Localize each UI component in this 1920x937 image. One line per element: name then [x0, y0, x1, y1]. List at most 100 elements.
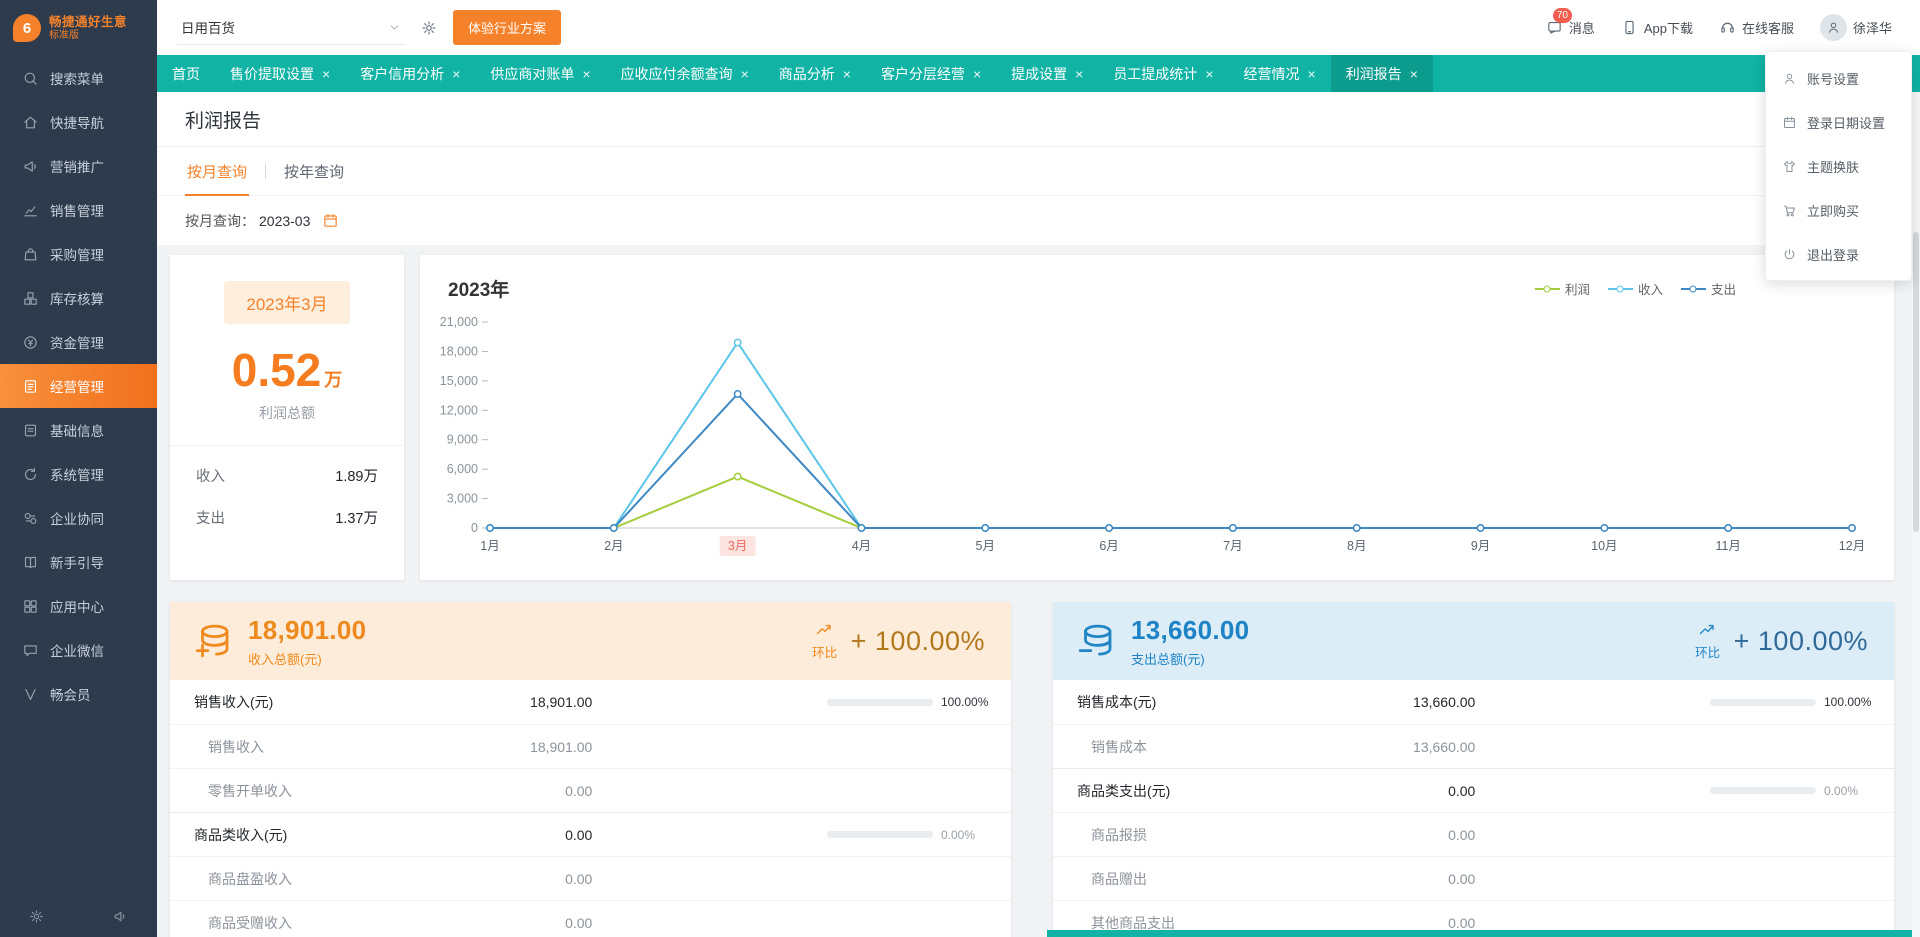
- sidebar-item-label: 销售管理: [50, 204, 104, 219]
- sidebar-item-home[interactable]: 快捷导航: [0, 100, 157, 144]
- sidebar-item-search[interactable]: 搜索菜单: [0, 56, 157, 100]
- tab-close-icon[interactable]: ×: [1205, 67, 1213, 81]
- calendar-icon[interactable]: [322, 212, 339, 229]
- subtab-monthly[interactable]: 按月查询: [185, 147, 250, 196]
- apps-icon: [22, 598, 39, 615]
- tab-item[interactable]: 应收应付余额查询 ×: [606, 55, 764, 92]
- guide-icon: [22, 554, 39, 571]
- online-service-button[interactable]: 在线客服: [1719, 18, 1794, 37]
- menu-item-shirt[interactable]: 主题换肤: [1766, 144, 1911, 188]
- expense-coins-icon: [1075, 620, 1117, 662]
- tab-close-icon[interactable]: ×: [452, 67, 460, 81]
- row-value: 0.00: [1448, 782, 1476, 799]
- tab-label: 提成设置: [1011, 65, 1068, 82]
- tab-close-icon[interactable]: ×: [741, 67, 749, 81]
- tab-close-icon[interactable]: ×: [843, 67, 851, 81]
- profit-total: 0.52 万: [170, 346, 404, 394]
- content-body: 2023年3月 0.52 万 利润总额 收入 1.89万 支出 1.37万 2023年 …: [157, 245, 1920, 937]
- tab-close-icon[interactable]: ×: [322, 67, 330, 81]
- tab-item[interactable]: 供应商对账单 ×: [475, 55, 605, 92]
- messages-label: 消息: [1568, 21, 1595, 36]
- system-icon: [22, 466, 39, 483]
- menu-item-label: 退出登录: [1807, 247, 1860, 263]
- sidebar-item-apps[interactable]: 应用中心: [0, 584, 157, 628]
- sidebar-item-megaphone[interactable]: 营销推广: [0, 144, 157, 188]
- sidebar-item-money[interactable]: 资金管理: [0, 320, 157, 364]
- tab-close-icon[interactable]: ×: [1308, 67, 1316, 81]
- menu-item-user[interactable]: 账号设置: [1766, 56, 1911, 100]
- period-pill: 2023年3月: [224, 281, 350, 324]
- money-icon: [22, 334, 39, 351]
- tab-item[interactable]: 员工提成统计 ×: [1098, 55, 1228, 92]
- sidebar-item-label: 采购管理: [50, 248, 104, 263]
- menu-item-cart[interactable]: 立即购买: [1766, 188, 1911, 232]
- row-bar-cell: 100.00%: [1674, 695, 1874, 709]
- announcement-horn-icon[interactable]: [112, 908, 129, 925]
- sidebar-item-system[interactable]: 系统管理: [0, 452, 157, 496]
- user-dropdown-menu: 账号设置 登录日期设置 主题换肤 立即购买退出登录: [1765, 51, 1912, 281]
- sidebar-item-report[interactable]: 经营管理: [0, 364, 157, 408]
- tab-close-icon[interactable]: ×: [1075, 67, 1083, 81]
- sidebar-item-sales[interactable]: 销售管理: [0, 188, 157, 232]
- legend-item[interactable]: 利润: [1534, 279, 1590, 298]
- profit-total-value: 0.52: [231, 344, 322, 396]
- tab-item[interactable]: 客户信用分析 ×: [345, 55, 475, 92]
- tab-close-icon[interactable]: ×: [973, 67, 981, 81]
- income-trend-label: 环比: [812, 646, 838, 660]
- tab-item[interactable]: 客户分层经营 ×: [866, 55, 996, 92]
- industry-solution-button[interactable]: 体验行业方案: [453, 10, 562, 45]
- tab-item[interactable]: 利润报告 ×: [1330, 55, 1433, 92]
- sidebar-item-label: 企业协同: [50, 512, 104, 527]
- subtab-yearly[interactable]: 按年查询: [282, 147, 346, 196]
- row-value: 0.00: [565, 826, 593, 843]
- legend-item[interactable]: 支出: [1680, 279, 1736, 298]
- online-service-label: 在线客服: [1741, 21, 1794, 36]
- progress-percent: 100.00%: [941, 695, 989, 709]
- legend-item[interactable]: 收入: [1607, 279, 1663, 298]
- sidebar-item-bag[interactable]: 采购管理: [0, 232, 157, 276]
- app-download-button[interactable]: App下载: [1621, 18, 1693, 37]
- tab-item[interactable]: 经营情况 ×: [1229, 55, 1331, 92]
- scrollbar-thumb[interactable]: [1913, 232, 1919, 532]
- tab-label: 利润报告: [1345, 65, 1402, 82]
- tab-item[interactable]: 提成设置 ×: [996, 55, 1098, 92]
- tab-item[interactable]: 首页: [157, 55, 215, 92]
- messages-button[interactable]: 70 消息: [1546, 8, 1595, 37]
- sidebar-item-guide[interactable]: 新手引导: [0, 540, 157, 584]
- tab-item[interactable]: 商品分析 ×: [764, 55, 866, 92]
- legend-label: 利润: [1564, 283, 1590, 297]
- chevron-down-icon: [388, 21, 401, 34]
- row-bar-cell: 0.00%: [1674, 784, 1874, 798]
- user-account[interactable]: 徐泽华: [1819, 14, 1892, 41]
- settings-gear-icon[interactable]: [28, 908, 45, 925]
- month-filter-value[interactable]: 2023-03: [259, 213, 310, 229]
- subtab-divider: [265, 163, 267, 179]
- expense-table-row: 商品赠出 0.00: [1053, 856, 1894, 900]
- menu-item-power[interactable]: 退出登录: [1766, 232, 1911, 276]
- summary-row-value: 1.89万: [335, 468, 378, 485]
- sidebar-item-member[interactable]: 畅会员: [0, 672, 157, 716]
- tab-close-icon[interactable]: ×: [1410, 67, 1418, 81]
- profit-summary-card: 2023年3月 0.52 万 利润总额 收入 1.89万 支出 1.37万: [170, 255, 404, 580]
- svg-text:12月: 12月: [1839, 539, 1865, 553]
- income-table-row: 商品受赠收入 0.00: [170, 900, 1011, 937]
- expense-trend-left: 环比: [1694, 621, 1722, 661]
- tab-item[interactable]: 售价提取设置 ×: [215, 55, 345, 92]
- home-icon: [22, 114, 39, 131]
- headset-icon: [1719, 19, 1736, 36]
- sidebar-item-wechat[interactable]: 企业微信: [0, 628, 157, 672]
- menu-item-calendar[interactable]: 登录日期设置: [1766, 100, 1911, 144]
- topbar-gear-icon[interactable]: [420, 19, 438, 37]
- tab-label: 客户信用分析: [360, 65, 445, 82]
- org-select[interactable]: 日用百货: [177, 10, 405, 45]
- username: 徐泽华: [1852, 21, 1892, 36]
- expense-table-row: 销售成本 13,660.00: [1053, 724, 1894, 768]
- sidebar-item-collab[interactable]: 企业协同: [0, 496, 157, 540]
- income-panel: 18,901.00 收入总额(元) 环比 + 100.00% 销售收入(元) 1…: [170, 602, 1011, 937]
- income-table-row: 商品类收入(元) 0.00 0.00%: [170, 812, 1011, 856]
- cart-icon: [1782, 203, 1797, 218]
- tab-close-icon[interactable]: ×: [582, 67, 590, 81]
- tab-label: 应收应付余额查询: [620, 65, 733, 82]
- sidebar-item-boxes[interactable]: 库存核算: [0, 276, 157, 320]
- sidebar-item-info[interactable]: 基础信息: [0, 408, 157, 452]
